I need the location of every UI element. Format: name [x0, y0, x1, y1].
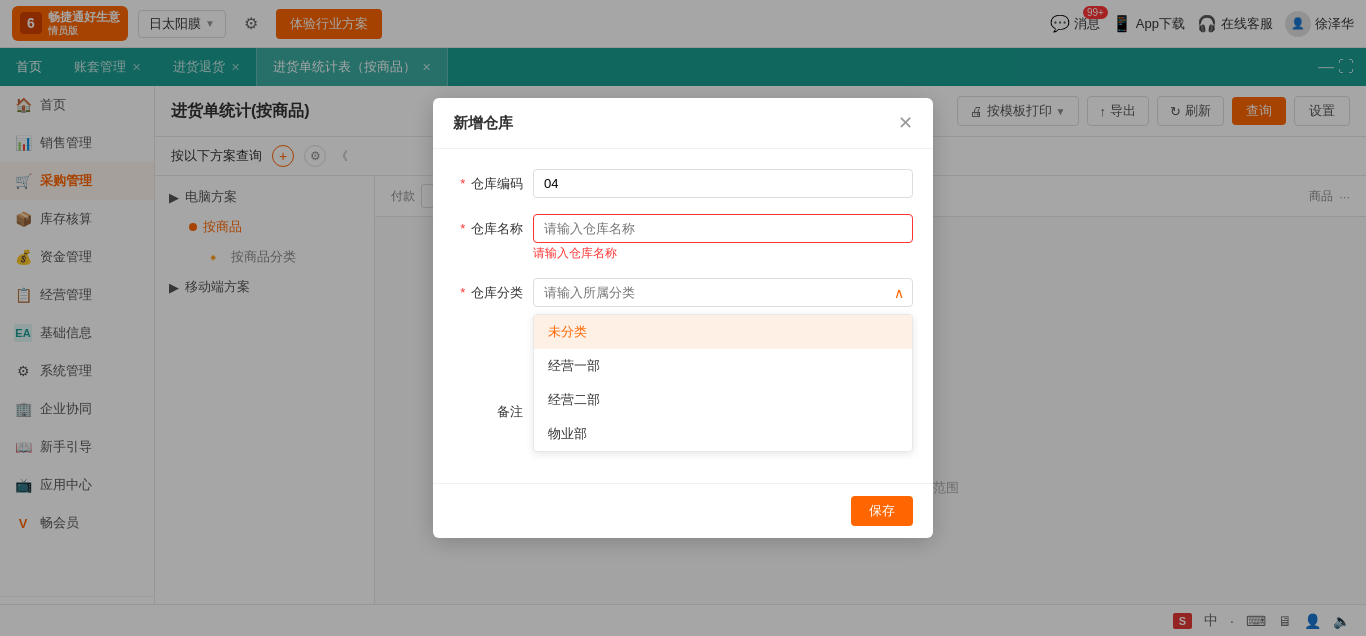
warehouse-name-field: * 仓库名称 请输入仓库名称 [453, 214, 913, 262]
new-warehouse-modal: 新增仓库 ✕ * 仓库编码 * 仓库名称 [433, 98, 933, 538]
save-button[interactable]: 保存 [851, 496, 913, 526]
dropdown-item-unclassified[interactable]: 未分类 [534, 315, 912, 349]
warehouse-name-input[interactable] [533, 214, 913, 243]
modal-close-button[interactable]: ✕ [898, 112, 913, 134]
modal-body: * 仓库编码 * 仓库名称 请输入仓库名称 [433, 149, 933, 483]
code-input-wrap [533, 169, 913, 198]
dropdown-item-dept2[interactable]: 经营二部 [534, 383, 912, 417]
category-label: * 仓库分类 [453, 278, 523, 302]
code-label: * 仓库编码 [453, 169, 523, 193]
modal-title: 新增仓库 [453, 114, 513, 133]
warehouse-code-field: * 仓库编码 [453, 169, 913, 198]
name-error-message: 请输入仓库名称 [533, 245, 913, 262]
name-label: * 仓库名称 [453, 214, 523, 238]
category-input-wrap: ∧ 未分类 经营一部 经营二部 物业部 [533, 278, 913, 307]
category-input[interactable] [534, 279, 886, 306]
modal-header: 新增仓库 ✕ [433, 98, 933, 149]
warehouse-code-input[interactable] [533, 169, 913, 198]
modal-footer: 保存 [433, 483, 933, 538]
required-star-cat: * [460, 285, 465, 300]
required-star-code: * [460, 176, 465, 191]
name-input-wrap: 请输入仓库名称 [533, 214, 913, 262]
modal-overlay: 新增仓库 ✕ * 仓库编码 * 仓库名称 [0, 0, 1366, 636]
warehouse-category-field: * 仓库分类 ∧ 未分类 经营一部 经营二部 物业部 [453, 278, 913, 307]
required-star-name: * [460, 221, 465, 236]
category-arrow-icon[interactable]: ∧ [886, 285, 912, 301]
remark-label: 备注 [453, 397, 523, 421]
category-dropdown: 未分类 经营一部 经营二部 物业部 [533, 314, 913, 452]
dropdown-item-dept3[interactable]: 物业部 [534, 417, 912, 451]
dropdown-item-dept1[interactable]: 经营一部 [534, 349, 912, 383]
category-input-row: ∧ [533, 278, 913, 307]
